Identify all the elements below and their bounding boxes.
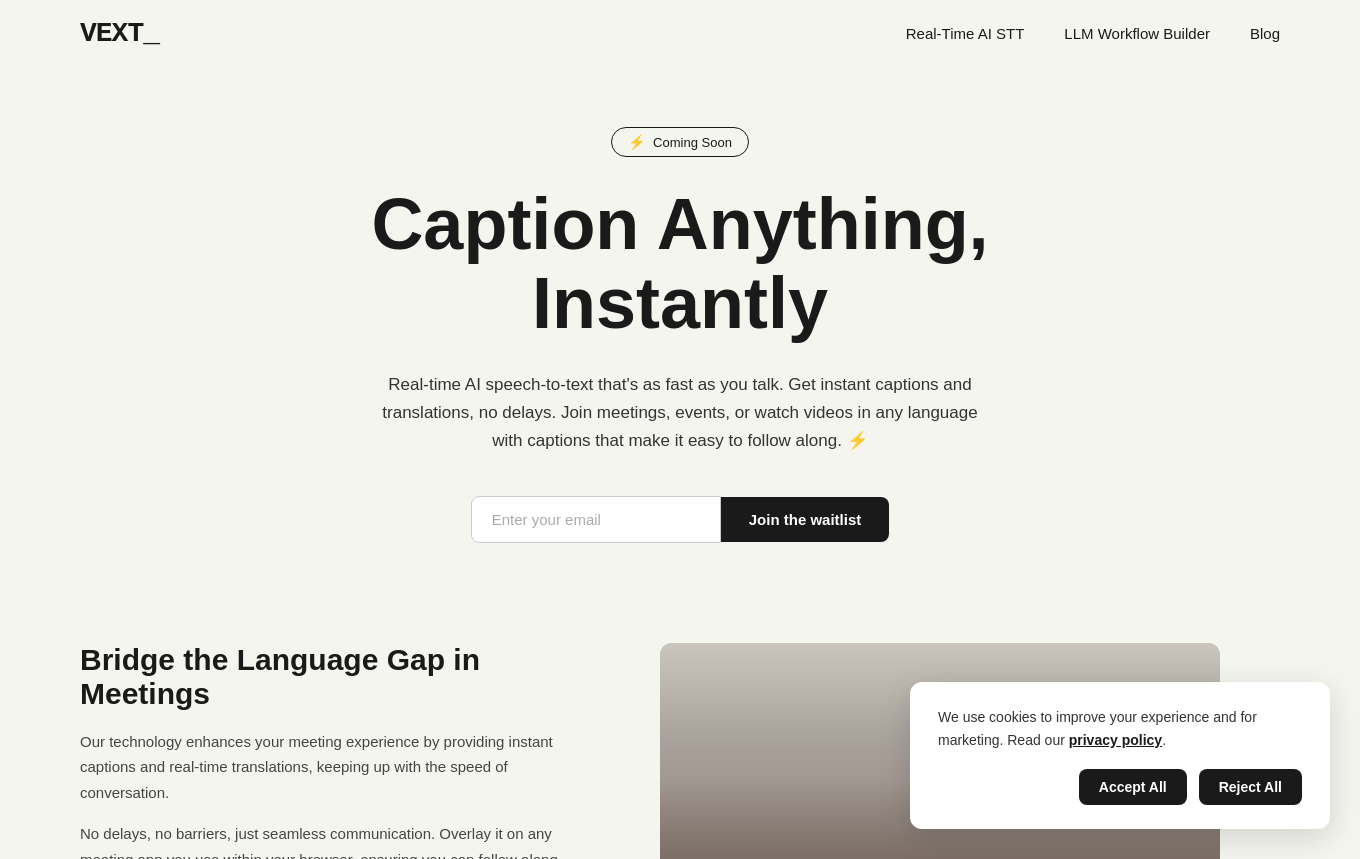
section-title: Bridge the Language Gap in Meetings	[80, 643, 600, 711]
logo[interactable]: VEXT_	[80, 18, 159, 49]
cookie-buttons: Accept All Reject All	[938, 769, 1302, 805]
section-body-2: No delays, no barriers, just seamless co…	[80, 821, 600, 859]
navbar: VEXT_ Real-Time AI STT LLM Workflow Buil…	[0, 0, 1360, 67]
cookie-banner: We use cookies to improve your experienc…	[910, 682, 1330, 829]
cookie-text: We use cookies to improve your experienc…	[938, 706, 1302, 751]
nav-llm-workflow-builder[interactable]: LLM Workflow Builder	[1064, 25, 1210, 42]
join-waitlist-button[interactable]: Join the waitlist	[721, 497, 890, 542]
reject-all-button[interactable]: Reject All	[1199, 769, 1302, 805]
cta-row: Join the waitlist	[471, 496, 890, 543]
nav-links: Real-Time AI STT LLM Workflow Builder Bl…	[906, 25, 1280, 42]
badge-icon: ⚡	[628, 134, 645, 150]
nav-blog[interactable]: Blog	[1250, 25, 1280, 42]
nav-realtime-ai-stt[interactable]: Real-Time AI STT	[906, 25, 1025, 42]
hero-section: ⚡ Coming Soon Caption Anything, Instantl…	[0, 67, 1360, 583]
email-input[interactable]	[471, 496, 721, 543]
section-text: Bridge the Language Gap in Meetings Our …	[80, 643, 600, 859]
privacy-policy-link[interactable]: privacy policy	[1069, 732, 1162, 748]
hero-title: Caption Anything, Instantly	[230, 185, 1130, 343]
badge-label: Coming Soon	[653, 135, 732, 150]
coming-soon-badge: ⚡ Coming Soon	[611, 127, 749, 157]
hero-subtitle: Real-time AI speech-to-text that's as fa…	[370, 371, 990, 455]
accept-all-button[interactable]: Accept All	[1079, 769, 1187, 805]
section-body-1: Our technology enhances your meeting exp…	[80, 729, 600, 806]
